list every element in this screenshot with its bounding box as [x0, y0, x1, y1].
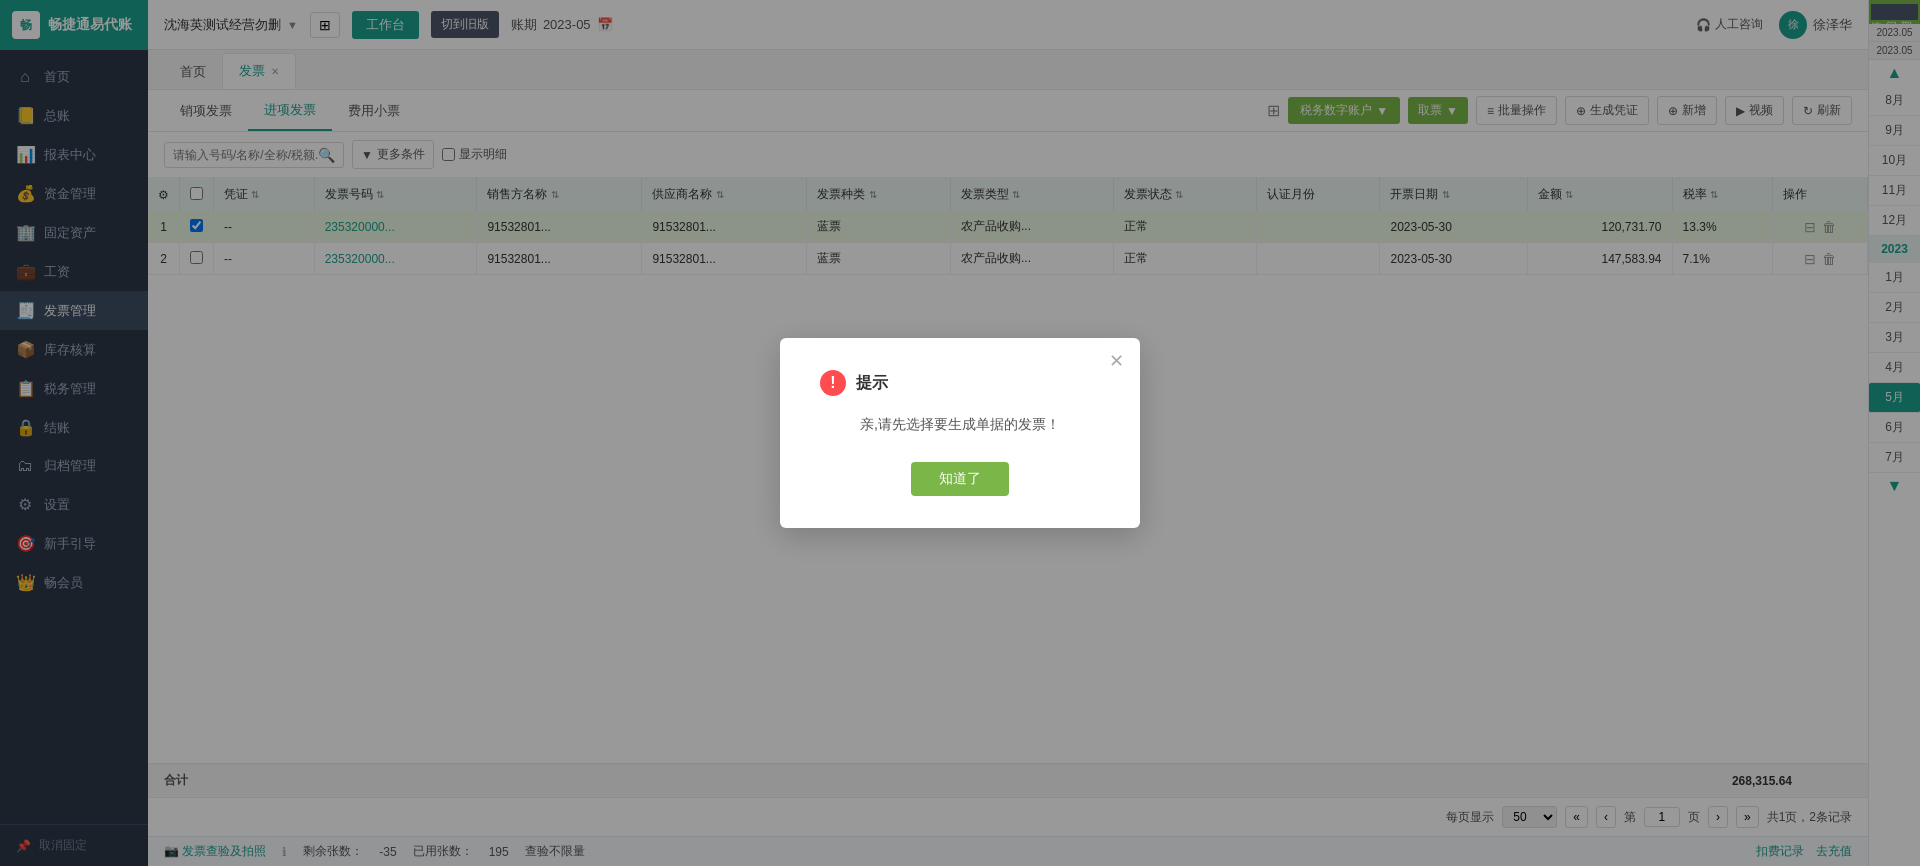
modal-ok-button[interactable]: 知道了: [911, 462, 1009, 496]
modal-close-button[interactable]: ✕: [1109, 350, 1124, 372]
modal-warning-icon: !: [820, 370, 846, 396]
modal-body: 亲,请先选择要生成单据的发票！: [820, 416, 1100, 434]
modal-header: ! 提示: [820, 370, 1100, 396]
modal-overlay: ✕ ! 提示 亲,请先选择要生成单据的发票！ 知道了: [0, 0, 1920, 866]
modal-footer: 知道了: [820, 462, 1100, 496]
modal-box: ✕ ! 提示 亲,请先选择要生成单据的发票！ 知道了: [780, 338, 1140, 528]
modal-title: 提示: [856, 373, 888, 394]
